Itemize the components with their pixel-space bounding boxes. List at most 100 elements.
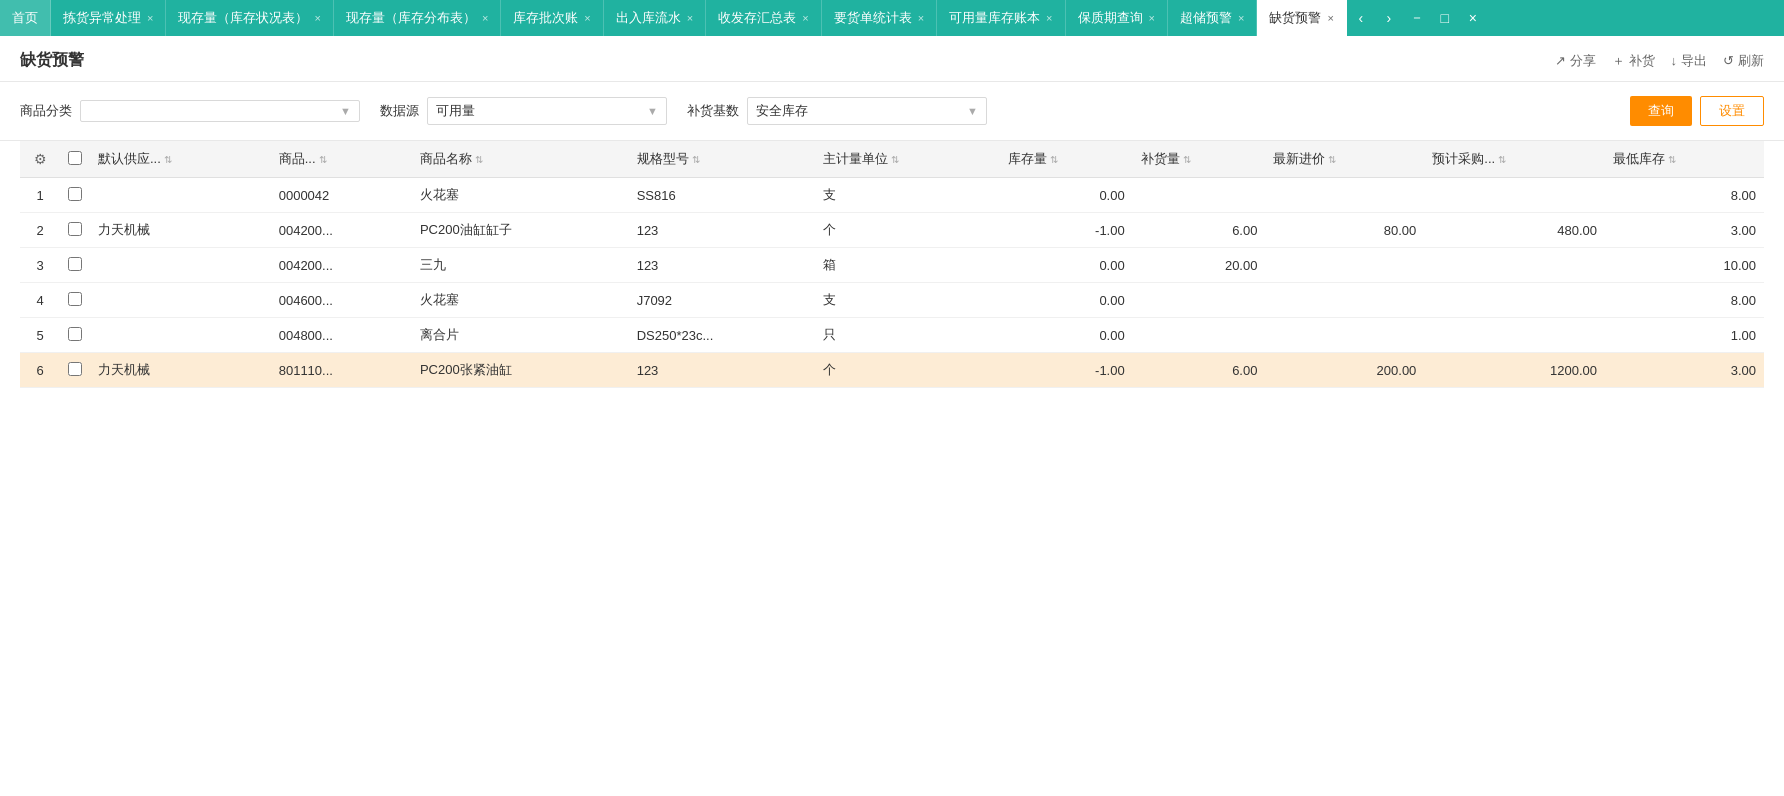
main-content: 缺货预警 ↗ 分享 ＋ 补货 ↓ 导出 ↺ 刷新 商品分类 — [0, 36, 1784, 796]
tab-batch[interactable]: 库存批次账 × — [501, 0, 603, 36]
row-checkbox-cell — [60, 178, 90, 213]
sort-supplier-icon: ⇅ — [164, 154, 172, 165]
tab-inventory-dist[interactable]: 现存量（库存分布表） × — [334, 0, 501, 36]
cell-supplier: 力天机械 — [90, 353, 271, 388]
cell-replenish: 6.00 — [1133, 353, 1266, 388]
share-btn[interactable]: ↗ 分享 — [1555, 52, 1596, 70]
cell-product-code: 801110... — [271, 353, 412, 388]
tab-close-available-ledger[interactable]: × — [1046, 12, 1052, 24]
tab-close-abnormal[interactable]: × — [147, 12, 153, 24]
tab-home[interactable]: 首页 — [0, 0, 51, 36]
category-select[interactable]: ▼ — [80, 100, 360, 122]
row-index: 2 — [20, 213, 60, 248]
tab-receive-summary[interactable]: 收发存汇总表 × — [706, 0, 821, 36]
th-gear: ⚙ — [20, 141, 60, 178]
settings-button[interactable]: 设置 — [1700, 96, 1764, 126]
cell-product-name: 火花塞 — [412, 178, 629, 213]
sort-min-stock-icon: ⇅ — [1668, 154, 1676, 165]
row-index: 3 — [20, 248, 60, 283]
row-checkbox[interactable] — [68, 327, 82, 341]
row-index: 5 — [20, 318, 60, 353]
row-checkbox[interactable] — [68, 257, 82, 271]
th-product-name[interactable]: 商品名称 ⇅ — [412, 141, 629, 178]
tab-minimize-btn[interactable]: － — [1403, 0, 1431, 36]
replenish-btn[interactable]: ＋ 补货 — [1612, 52, 1655, 70]
page-title: 缺货预警 — [20, 50, 84, 71]
refresh-btn[interactable]: ↺ 刷新 — [1723, 52, 1764, 70]
tab-prev-btn[interactable]: ‹ — [1347, 0, 1375, 36]
row-checkbox[interactable] — [68, 292, 82, 306]
filter-actions: 查询 设置 — [1630, 96, 1764, 126]
th-latest-price[interactable]: 最新进价 ⇅ — [1265, 141, 1424, 178]
row-checkbox[interactable] — [68, 362, 82, 376]
tab-close-inventory-dist[interactable]: × — [482, 12, 488, 24]
table-row: 1 0000042 火花塞 SS816 支 0.00 8.00 — [20, 178, 1764, 213]
column-settings-btn[interactable]: ⚙ — [34, 151, 47, 167]
sort-product-code-icon: ⇅ — [319, 154, 327, 165]
tab-overstock[interactable]: 超储预警 × — [1168, 0, 1257, 36]
tab-close-receive-summary[interactable]: × — [802, 12, 808, 24]
tab-close-expiry[interactable]: × — [1149, 12, 1155, 24]
filter-datasource-group: 数据源 可用量 ▼ — [380, 97, 667, 125]
row-checkbox-cell — [60, 248, 90, 283]
tab-close-shortage[interactable]: × — [1327, 12, 1333, 24]
filter-category-group: 商品分类 ▼ — [20, 100, 360, 122]
th-est-purchase[interactable]: 预计采购... ⇅ — [1424, 141, 1605, 178]
tab-close-overstock[interactable]: × — [1238, 12, 1244, 24]
th-product-code[interactable]: 商品... ⇅ — [271, 141, 412, 178]
cell-latest-price — [1265, 283, 1424, 318]
cell-min-stock: 1.00 — [1605, 318, 1764, 353]
tab-shortage[interactable]: 缺货预警 × — [1257, 0, 1346, 36]
cell-unit: 个 — [815, 353, 1000, 388]
cell-latest-price — [1265, 178, 1424, 213]
datasource-select[interactable]: 可用量 ▼ — [427, 97, 667, 125]
cell-spec: SS816 — [629, 178, 815, 213]
tab-abnormal[interactable]: 拣货异常处理 × — [51, 0, 166, 36]
tab-close-all-btn[interactable]: × — [1459, 0, 1487, 36]
row-checkbox-cell — [60, 283, 90, 318]
row-index: 4 — [20, 283, 60, 318]
sort-replenish-icon: ⇅ — [1183, 154, 1191, 165]
tab-next-btn[interactable]: › — [1375, 0, 1403, 36]
row-index: 6 — [20, 353, 60, 388]
category-arrow-icon: ▼ — [340, 105, 351, 117]
th-stock[interactable]: 库存量 ⇅ — [1000, 141, 1133, 178]
row-index: 1 — [20, 178, 60, 213]
row-checkbox[interactable] — [68, 187, 82, 201]
cell-supplier: 力天机械 — [90, 213, 271, 248]
cell-latest-price: 80.00 — [1265, 213, 1424, 248]
tab-expiry[interactable]: 保质期查询 × — [1066, 0, 1168, 36]
th-unit[interactable]: 主计量单位 ⇅ — [815, 141, 1000, 178]
tab-close-inout-flow[interactable]: × — [687, 12, 693, 24]
tab-available-ledger[interactable]: 可用量库存账本 × — [937, 0, 1065, 36]
query-button[interactable]: 查询 — [1630, 96, 1692, 126]
cell-product-code: 0000042 — [271, 178, 412, 213]
page-header: 缺货预警 ↗ 分享 ＋ 补货 ↓ 导出 ↺ 刷新 — [0, 36, 1784, 82]
cell-supplier — [90, 283, 271, 318]
th-spec[interactable]: 规格型号 ⇅ — [629, 141, 815, 178]
replenish-base-label: 补货基数 — [687, 102, 739, 120]
sort-product-name-icon: ⇅ — [475, 154, 483, 165]
th-supplier[interactable]: 默认供应... ⇅ — [90, 141, 271, 178]
export-btn[interactable]: ↓ 导出 — [1671, 52, 1708, 70]
tab-inout-flow[interactable]: 出入库流水 × — [604, 0, 706, 36]
row-checkbox[interactable] — [68, 222, 82, 236]
table-row: 6 力天机械 801110... PC200张紧油缸 123 个 -1.00 6… — [20, 353, 1764, 388]
cell-stock: 0.00 — [1000, 178, 1133, 213]
tab-close-inventory-status[interactable]: × — [314, 12, 320, 24]
replenish-base-select[interactable]: 安全库存 ▼ — [747, 97, 987, 125]
tab-order-stats[interactable]: 要货单统计表 × — [822, 0, 937, 36]
replenish-icon: ＋ — [1612, 52, 1625, 70]
th-replenish[interactable]: 补货量 ⇅ — [1133, 141, 1266, 178]
cell-product-name: PC200张紧油缸 — [412, 353, 629, 388]
select-all-checkbox[interactable] — [68, 151, 82, 165]
tab-maximize-btn[interactable]: □ — [1431, 0, 1459, 36]
cell-replenish — [1133, 283, 1266, 318]
filter-bar: 商品分类 ▼ 数据源 可用量 ▼ 补货基数 安全库存 ▼ 查询 设置 — [0, 82, 1784, 141]
th-min-stock[interactable]: 最低库存 ⇅ — [1605, 141, 1764, 178]
tab-close-order-stats[interactable]: × — [918, 12, 924, 24]
tab-close-batch[interactable]: × — [584, 12, 590, 24]
cell-latest-price — [1265, 248, 1424, 283]
tab-inventory-status[interactable]: 现存量（库存状况表） × — [166, 0, 333, 36]
table-row: 2 力天机械 004200... PC200油缸缸子 123 个 -1.00 6… — [20, 213, 1764, 248]
